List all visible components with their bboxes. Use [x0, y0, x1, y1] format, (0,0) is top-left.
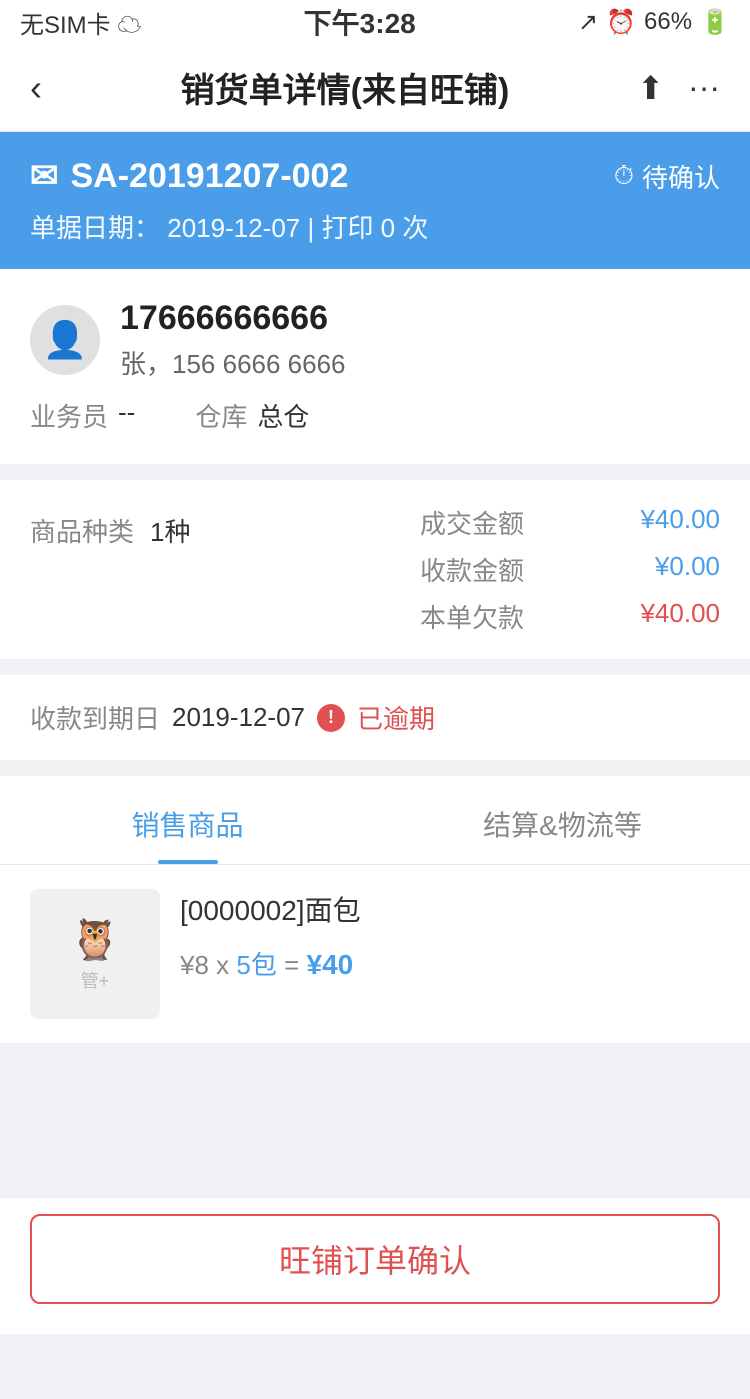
status-text: 待确认 — [642, 158, 720, 195]
product-image: 🦉 管+ — [30, 889, 160, 1019]
warehouse-label: 仓库 — [195, 397, 247, 434]
receipt-label: 收款金额 — [420, 551, 524, 588]
tabs-section: 销售商品 结算&物流等 — [0, 776, 750, 865]
tab-sales-label: 销售商品 — [131, 810, 243, 841]
product-section: 🦉 管+ [0000002]面包 ¥8 x 5包 = ¥40 — [0, 865, 750, 1043]
summary-section: 商品种类 1种 成交金额 ¥40.00 收款金额 ¥0.00 本单欠款 ¥40.… — [0, 480, 750, 659]
overdue-alert-icon: ! — [317, 704, 345, 732]
tab-settlement[interactable]: 结算&物流等 — [375, 776, 750, 864]
product-total: ¥40 — [307, 949, 354, 980]
order-id-text: SA-20191207-002 — [71, 157, 349, 196]
overdue-tag: 已逾期 — [357, 699, 435, 736]
status-clock-icon: ⏱ — [614, 160, 634, 192]
print-info: | 打印 0 次 — [307, 213, 428, 243]
status-left: 无SIM卡 ☁ — [20, 5, 141, 40]
nav-bar: ‹ 销货单详情(来自旺铺) ⬆ ··· — [0, 44, 750, 132]
type-label: 商品种类 — [30, 512, 134, 549]
overdue-date: 2019-12-07 — [172, 702, 305, 733]
summary-right: 成交金额 ¥40.00 收款金额 ¥0.00 本单欠款 ¥40.00 — [375, 504, 720, 635]
customer-name: 张，156 6666 6666 — [120, 344, 346, 381]
avatar-icon: 👤 — [43, 319, 88, 361]
deal-row: 成交金额 ¥40.00 — [420, 504, 720, 541]
more-icon[interactable]: ··· — [688, 69, 720, 106]
date-value: 2019-12-07 — [167, 213, 300, 243]
customer-row: 👤 17666666666 张，156 6666 6666 — [30, 299, 720, 381]
receipt-value: ¥0.00 — [655, 551, 720, 588]
customer-meta: 业务员 -- 仓库 总仓 — [30, 397, 720, 434]
tab-settlement-label: 结算&物流等 — [483, 810, 642, 841]
debt-value: ¥40.00 — [640, 598, 720, 635]
customer-details: 17666666666 张，156 6666 6666 — [120, 299, 346, 381]
signal-text: 无SIM卡 ☁ — [20, 5, 141, 40]
product-logo-sub: 管+ — [81, 967, 110, 993]
confirm-order-button[interactable]: 旺铺订单确认 — [30, 1214, 720, 1304]
customer-phone: 17666666666 — [120, 299, 346, 338]
deal-label: 成交金额 — [420, 504, 524, 541]
status-right: ↗ ⏰ 66% 🔋 — [578, 8, 730, 37]
tab-sales-product[interactable]: 销售商品 — [0, 776, 375, 864]
bottom-bar: 旺铺订单确认 — [0, 1198, 750, 1334]
nav-actions: ⬆ ··· — [600, 69, 720, 107]
salesman-item: 业务员 -- — [30, 397, 135, 434]
product-quantity: 5包 — [236, 950, 276, 980]
order-header: ✉ SA-20191207-002 ⏱ 待确认 单据日期： 2019-12-07… — [0, 132, 750, 269]
share-icon[interactable]: ⬆ — [637, 69, 664, 107]
debt-row: 本单欠款 ¥40.00 — [420, 598, 720, 635]
overdue-label: 收款到期日 — [30, 699, 160, 736]
type-value: 1种 — [150, 512, 190, 549]
status-time: 下午3:28 — [304, 2, 416, 42]
back-button[interactable]: ‹ — [30, 67, 90, 109]
product-info: [0000002]面包 ¥8 x 5包 = ¥40 — [180, 889, 720, 982]
tab-underline — [158, 860, 218, 864]
location-icon: ↗ — [578, 8, 598, 37]
receipt-row: 收款金额 ¥0.00 — [420, 551, 720, 588]
salesman-label: 业务员 — [30, 397, 108, 434]
date-label: 单据日期： — [30, 213, 160, 243]
order-id-icon: ✉ — [30, 156, 59, 196]
product-x: x — [216, 950, 229, 980]
product-price: ¥8 — [180, 950, 209, 980]
product-name: [0000002]面包 — [180, 889, 720, 929]
overdue-section: 收款到期日 2019-12-07 ! 已逾期 — [0, 675, 750, 760]
page-title: 销货单详情(来自旺铺) — [90, 63, 600, 112]
customer-section: 👤 17666666666 张，156 6666 6666 业务员 -- 仓库 … — [0, 269, 750, 464]
warehouse-value: 总仓 — [257, 397, 309, 434]
battery-icon: 🔋 — [700, 8, 730, 37]
order-id: ✉ SA-20191207-002 — [30, 156, 348, 196]
avatar: 👤 — [30, 305, 100, 375]
order-id-row: ✉ SA-20191207-002 ⏱ 待确认 — [30, 156, 720, 196]
status-bar: 无SIM卡 ☁ 下午3:28 ↗ ⏰ 66% 🔋 — [0, 0, 750, 44]
battery-text: 66% — [644, 8, 692, 36]
alarm-icon: ⏰ — [606, 8, 636, 37]
order-date-row: 单据日期： 2019-12-07 | 打印 0 次 — [30, 208, 720, 245]
debt-label: 本单欠款 — [420, 598, 524, 635]
product-calc: ¥8 x 5包 = ¥40 — [180, 945, 720, 982]
summary-left: 商品种类 1种 — [30, 504, 375, 549]
order-status: ⏱ 待确认 — [614, 158, 720, 195]
salesman-value: -- — [118, 397, 135, 434]
product-logo-owl: 🦉 — [70, 916, 120, 963]
warehouse-item: 仓库 总仓 — [195, 397, 309, 434]
deal-value: ¥40.00 — [640, 504, 720, 541]
product-eq: = — [284, 950, 299, 980]
